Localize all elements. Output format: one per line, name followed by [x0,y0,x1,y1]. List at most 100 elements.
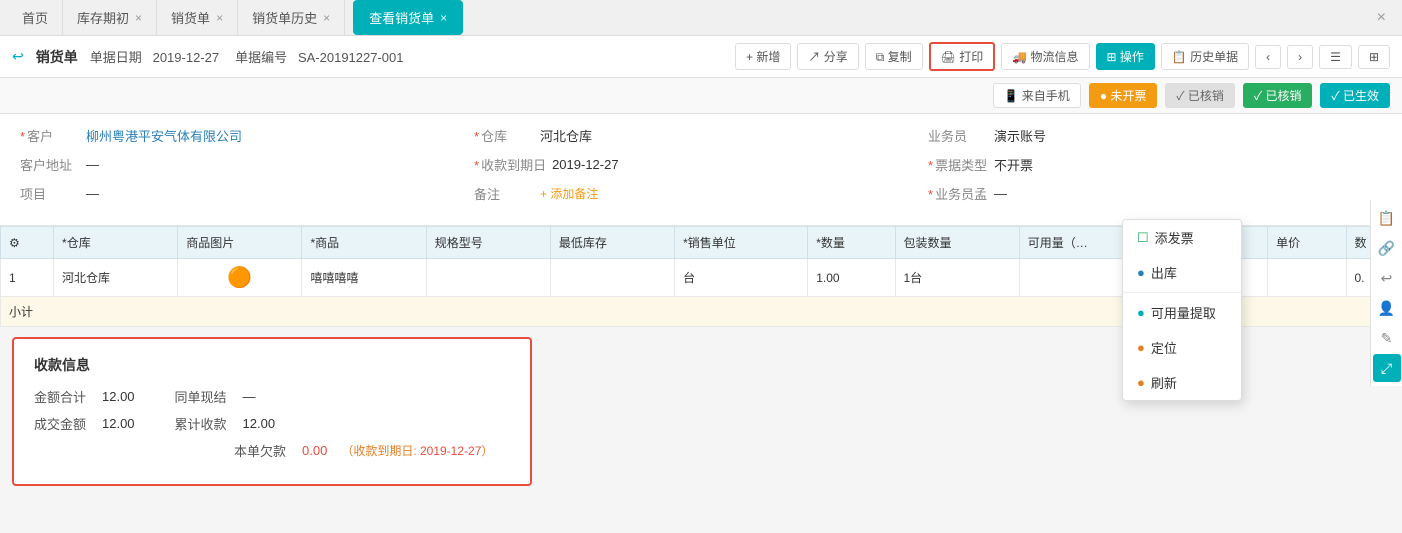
col-unit: *销售单位 [675,227,808,259]
nav-next-button[interactable]: › [1287,45,1313,69]
add-invoice-icon: ☐ [1137,230,1149,246]
tab-sales-history[interactable]: 销货单历史 × [238,0,345,35]
not-invoiced-button[interactable]: ● 未开票 [1089,83,1158,108]
canceled-button[interactable]: ✓ 已核销 [1243,83,1313,108]
from-phone-button[interactable]: 📱 来自手机 [993,83,1081,108]
tab-close-inventory-init[interactable]: × [135,11,142,25]
project-field: 项目 — [20,184,474,203]
tab-home[interactable]: 首页 [8,0,63,35]
form-area: 客户 柳州粤港平安气体有限公司 仓库 河北仓库 业务员 演示账号 客户地址 — … [0,114,1402,226]
staff-value: 演示账号 [994,126,1046,145]
dropdown-locate[interactable]: ● 定位 [1123,330,1241,365]
tab-view-sales-order[interactable]: 查看销货单 × [353,0,463,35]
dropdown-available-qty[interactable]: ● 可用量提取 [1123,295,1241,330]
add-button[interactable]: + 新增 [735,43,791,70]
right-icon-edit[interactable]: ✎ [1373,324,1401,352]
col-pack-qty: 包装数量 [895,227,1019,259]
payment-section: 收款信息 金额合计 12.00 同单现结 — 成交金额 12.00 累计收款 1… [12,337,532,486]
row-product: 嘻嘻嘻嘻 [302,259,426,297]
tab-close-sales-history[interactable]: × [323,11,330,25]
cumulative-receipt-label: 累计收款 [175,414,235,433]
right-panel: 📋 🔗 ↩ 👤 ✎ ⤢ [1370,200,1402,386]
tab-inventory-init[interactable]: 库存期初 × [63,0,157,35]
date-label: 单据日期 2019-12-27 [90,47,219,66]
staff2-value: — [994,186,1007,201]
col-price: 单价 [1268,227,1346,259]
due-date-label: 收款到期日 [474,155,546,174]
right-icon-link[interactable]: 🔗 [1373,234,1401,262]
dropdown-refresh[interactable]: ● 刷新 [1123,365,1241,400]
out-warehouse-icon: ● [1137,265,1145,280]
right-icon-doc[interactable]: 📋 [1373,204,1401,232]
form-row-3: 项目 — 备注 + 添加备注 业务员孟 — [20,184,1382,203]
locate-icon: ● [1137,340,1145,355]
tab-bar: 首页 库存期初 × 销货单 × 销货单历史 × 查看销货单 × × [0,0,1402,36]
tab-close-sales-order[interactable]: × [216,11,223,25]
tab-sales-order[interactable]: 销货单 × [157,0,238,35]
note-field: 备注 + 添加备注 [474,184,928,203]
toolbar-actions: + 新增 ↗ 分享 ⧉ 复制 🖨 打印 🚚 物流信息 ⊞ 操作 📋 历史单据 ‹… [735,42,1390,71]
staff2-label: 业务员孟 [928,184,988,203]
col-gear: ⚙ [1,227,54,259]
right-icon-return[interactable]: ↩ [1373,264,1401,292]
doc-type-label: 销货单 [36,47,78,67]
row-pack-qty: 1台 [895,259,1019,297]
tab-close-view-sales[interactable]: × [440,11,447,25]
warehouse-field: 仓库 河北仓库 [474,126,928,145]
sub-toolbar: 📱 来自手机 ● 未开票 ✓ 已核销 ✓ 已核销 ✓ 已生效 [0,78,1402,114]
warehouse-label: 仓库 [474,126,534,145]
refresh-icon: ● [1137,375,1145,390]
address-value: — [86,157,99,172]
ticket-value: 不开票 [994,155,1033,174]
col-qty: *数量 [808,227,895,259]
col-product: *商品 [302,227,426,259]
customer-value: 柳州粤港平安气体有限公司 [86,126,242,145]
cumulative-receipt-item: 累计收款 12.00 [175,414,276,433]
col-warehouse: *仓库 [54,227,178,259]
operate-button[interactable]: ⊞ 操作 [1096,43,1155,70]
arrears-item: 本单欠款 0.00 （收款到期日: 2019-12-27） [234,441,493,460]
payment-row-3: 本单欠款 0.00 （收款到期日: 2019-12-27） [34,441,510,460]
number-label: 单据编号 SA-20191227-001 [235,47,403,66]
due-date-field: 收款到期日 2019-12-27 [474,155,928,174]
checked-button[interactable]: ✓ 已核销 [1165,83,1235,108]
deal-amount-value: 12.00 [102,416,135,431]
dropdown-out-warehouse[interactable]: ● 出库 [1123,255,1241,290]
payment-row-1: 金额合计 12.00 同单现结 — [34,387,510,406]
share-button[interactable]: ↗ 分享 [797,43,858,70]
ticket-label: 票据类型 [928,155,988,174]
total-amount-label: 金额合计 [34,387,94,406]
view-grid-button[interactable]: ⊞ [1358,45,1390,69]
dropdown-add-invoice[interactable]: ☐ 添发票 [1123,220,1241,255]
col-min-stock: 最低库存 [550,227,674,259]
view-list-button[interactable]: ☰ [1319,45,1352,69]
total-amount-item: 金额合计 12.00 [34,387,135,406]
row-img: 🟠 [178,259,302,297]
right-icon-user[interactable]: 👤 [1373,294,1401,322]
due-date-value: 2019-12-27 [552,157,619,172]
doc-meta: 单据日期 2019-12-27 单据编号 SA-20191227-001 [90,47,404,66]
copy-button[interactable]: ⧉ 复制 [865,43,923,70]
arrears-note: （收款到期日: 2019-12-27） [341,442,493,459]
main-content: ☐ 添发票 ● 出库 ● 可用量提取 ● 定位 ● 刷新 客户 柳州粤港平安气体… [0,114,1402,486]
customer-label: 客户 [20,126,80,145]
logistics-button[interactable]: 🚚 物流信息 [1001,43,1089,70]
same-order-settle-value: — [243,389,256,404]
ticket-field: 票据类型 不开票 [928,155,1382,174]
arrears-value: 0.00 [302,443,327,458]
right-icon-expand[interactable]: ⤢ [1373,354,1401,382]
history-button[interactable]: 📋 历史单据 [1161,43,1249,70]
address-field: 客户地址 — [20,155,474,174]
row-qty: 1.00 [808,259,895,297]
print-button[interactable]: 🖨 打印 [929,42,996,71]
staff2-field: 业务员孟 — [928,184,1382,203]
col-spec: 规格型号 [426,227,550,259]
staff-label: 业务员 [928,126,988,145]
out-warehouse-label: 出库 [1151,263,1177,282]
nav-prev-button[interactable]: ‹ [1255,45,1281,69]
row-index: 1 [1,259,54,297]
effective-button[interactable]: ✓ 已生效 [1320,83,1390,108]
window-close-button[interactable]: × [1369,9,1394,27]
add-note-button[interactable]: + 添加备注 [540,185,598,202]
dropdown-divider-1 [1123,292,1241,293]
